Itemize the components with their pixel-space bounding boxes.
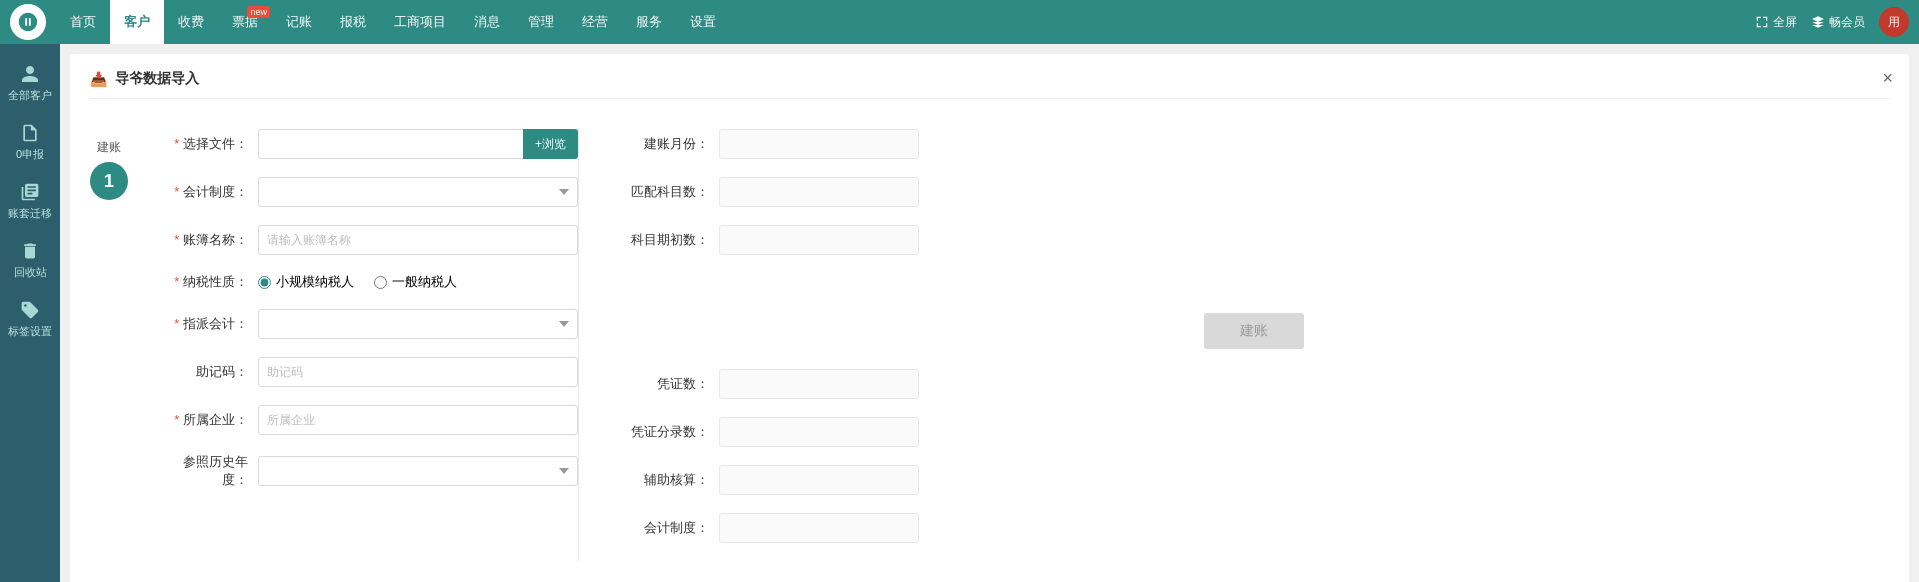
assign-accountant-select[interactable]	[258, 309, 578, 339]
nav-item-tax[interactable]: 报税	[326, 0, 380, 44]
assign-accountant-row: 指派会计：	[158, 309, 578, 339]
sidebar-item-declaration[interactable]: 0申报	[0, 113, 60, 172]
nav-item-invoice[interactable]: 票据 new	[218, 0, 272, 44]
radio-general-taxpayer[interactable]: 一般纳税人	[374, 273, 457, 291]
sidebar-label-tag-settings: 标签设置	[8, 324, 52, 339]
subject-period-value	[719, 225, 919, 255]
step-label: 建账	[97, 139, 121, 156]
file-input[interactable]	[258, 129, 523, 159]
nav-menu: 首页 客户 收费 票据 new 记账 报税 工商项目 消息 管理 经营	[56, 0, 1755, 44]
sidebar-label-declaration: 0申报	[16, 147, 44, 162]
voucher-entry-label: 凭证分录数：	[619, 423, 709, 441]
right-accounting-system-row: 会计制度：	[619, 513, 1889, 543]
right-accounting-system-value	[719, 513, 919, 543]
form-right: 建账月份： 匹配科目数： 科目期初数： 建账	[578, 129, 1889, 561]
nav-item-business[interactable]: 工商项目	[380, 0, 460, 44]
sidebar: 全部客户 0申报 账套迁移 回收站 标签设置	[0, 44, 60, 582]
assign-accountant-label: 指派会计：	[158, 315, 248, 333]
memo-code-label: 助记码：	[158, 363, 248, 381]
match-subjects-row: 匹配科目数：	[619, 177, 1889, 207]
company-label: 所属企业：	[158, 411, 248, 429]
nav-item-operation[interactable]: 经营	[568, 0, 622, 44]
panel-header: 📥 导爷数据导入	[90, 70, 1889, 99]
ledger-name-label: 账簿名称：	[158, 231, 248, 249]
subject-period-row: 科目期初数：	[619, 225, 1889, 255]
vip-btn[interactable]: 畅会员	[1811, 14, 1865, 31]
import-icon: 📥	[90, 71, 107, 87]
voucher-entry-row: 凭证分录数：	[619, 417, 1889, 447]
assist-calc-label: 辅助核算：	[619, 471, 709, 489]
tax-type-radio-group: 小规模纳税人 一般纳税人	[258, 273, 457, 291]
sidebar-item-tag-settings[interactable]: 标签设置	[0, 290, 60, 349]
fullscreen-btn[interactable]: 全屏	[1755, 14, 1797, 31]
top-navigation: 首页 客户 收费 票据 new 记账 报税 工商项目 消息 管理 经营	[0, 0, 1919, 44]
assist-calc-value	[719, 465, 919, 495]
match-subjects-label: 匹配科目数：	[619, 183, 709, 201]
radio-small-taxpayer[interactable]: 小规模纳税人	[258, 273, 354, 291]
app-logo[interactable]	[10, 4, 46, 40]
sidebar-item-recycle[interactable]: 回收站	[0, 231, 60, 290]
nav-item-service[interactable]: 服务	[622, 0, 676, 44]
nav-item-message[interactable]: 消息	[460, 0, 514, 44]
build-button[interactable]: 建账	[1204, 313, 1304, 349]
panel: 📥 导爷数据导入 × 建账 1 选择文件：	[70, 54, 1909, 582]
close-button[interactable]: ×	[1882, 68, 1893, 89]
nav-item-fee[interactable]: 收费	[164, 0, 218, 44]
form-area: 建账 1 选择文件： +浏览 会	[90, 119, 1889, 571]
voucher-count-value	[719, 369, 919, 399]
nav-item-manage[interactable]: 管理	[514, 0, 568, 44]
voucher-count-row: 凭证数：	[619, 369, 1889, 399]
tax-type-label: 纳税性质：	[158, 273, 248, 291]
step-circle: 1	[90, 162, 128, 200]
history-year-label: 参照历史年度：	[158, 453, 248, 489]
sidebar-item-migration[interactable]: 账套迁移	[0, 172, 60, 231]
tax-type-row: 纳税性质： 小规模纳税人 一般纳税人	[158, 273, 578, 291]
new-badge: new	[247, 6, 270, 18]
accounting-system-row: 会计制度：	[158, 177, 578, 207]
match-subjects-value	[719, 177, 919, 207]
assist-calc-row: 辅助核算：	[619, 465, 1889, 495]
history-year-select[interactable]	[258, 456, 578, 486]
file-input-group: +浏览	[258, 129, 578, 159]
month-row: 建账月份：	[619, 129, 1889, 159]
sidebar-item-all-customers[interactable]: 全部客户	[0, 54, 60, 113]
avatar[interactable]: 用	[1879, 7, 1909, 37]
accounting-system-label: 会计制度：	[158, 183, 248, 201]
right-accounting-system-label: 会计制度：	[619, 519, 709, 537]
month-label: 建账月份：	[619, 135, 709, 153]
step-indicator: 建账 1	[90, 129, 128, 561]
nav-item-customer[interactable]: 客户	[110, 0, 164, 44]
history-year-row: 参照历史年度：	[158, 453, 578, 489]
ledger-name-row: 账簿名称：	[158, 225, 578, 255]
nav-item-ledger[interactable]: 记账	[272, 0, 326, 44]
file-row: 选择文件： +浏览	[158, 129, 578, 159]
form-left: 选择文件： +浏览 会计制度： 账簿名称：	[158, 129, 578, 561]
company-row: 所属企业：	[158, 405, 578, 435]
memo-code-input[interactable]	[258, 357, 578, 387]
panel-title: 导爷数据导入	[115, 70, 199, 88]
company-input[interactable]	[258, 405, 578, 435]
main-content: 📥 导爷数据导入 × 建账 1 选择文件：	[60, 44, 1919, 582]
nav-right-area: 全屏 畅会员 用	[1755, 7, 1909, 37]
month-value	[719, 129, 919, 159]
memo-code-row: 助记码：	[158, 357, 578, 387]
nav-item-home[interactable]: 首页	[56, 0, 110, 44]
file-label: 选择文件：	[158, 135, 248, 153]
voucher-count-label: 凭证数：	[619, 375, 709, 393]
voucher-entry-value	[719, 417, 919, 447]
sidebar-label-migration: 账套迁移	[8, 206, 52, 221]
sidebar-label-recycle: 回收站	[14, 265, 47, 280]
nav-item-settings[interactable]: 设置	[676, 0, 730, 44]
main-layout: 全部客户 0申报 账套迁移 回收站 标签设置	[0, 44, 1919, 582]
subject-period-label: 科目期初数：	[619, 231, 709, 249]
accounting-system-select[interactable]	[258, 177, 578, 207]
ledger-name-input[interactable]	[258, 225, 578, 255]
browse-button[interactable]: +浏览	[523, 129, 578, 159]
sidebar-label-all-customers: 全部客户	[8, 88, 52, 103]
